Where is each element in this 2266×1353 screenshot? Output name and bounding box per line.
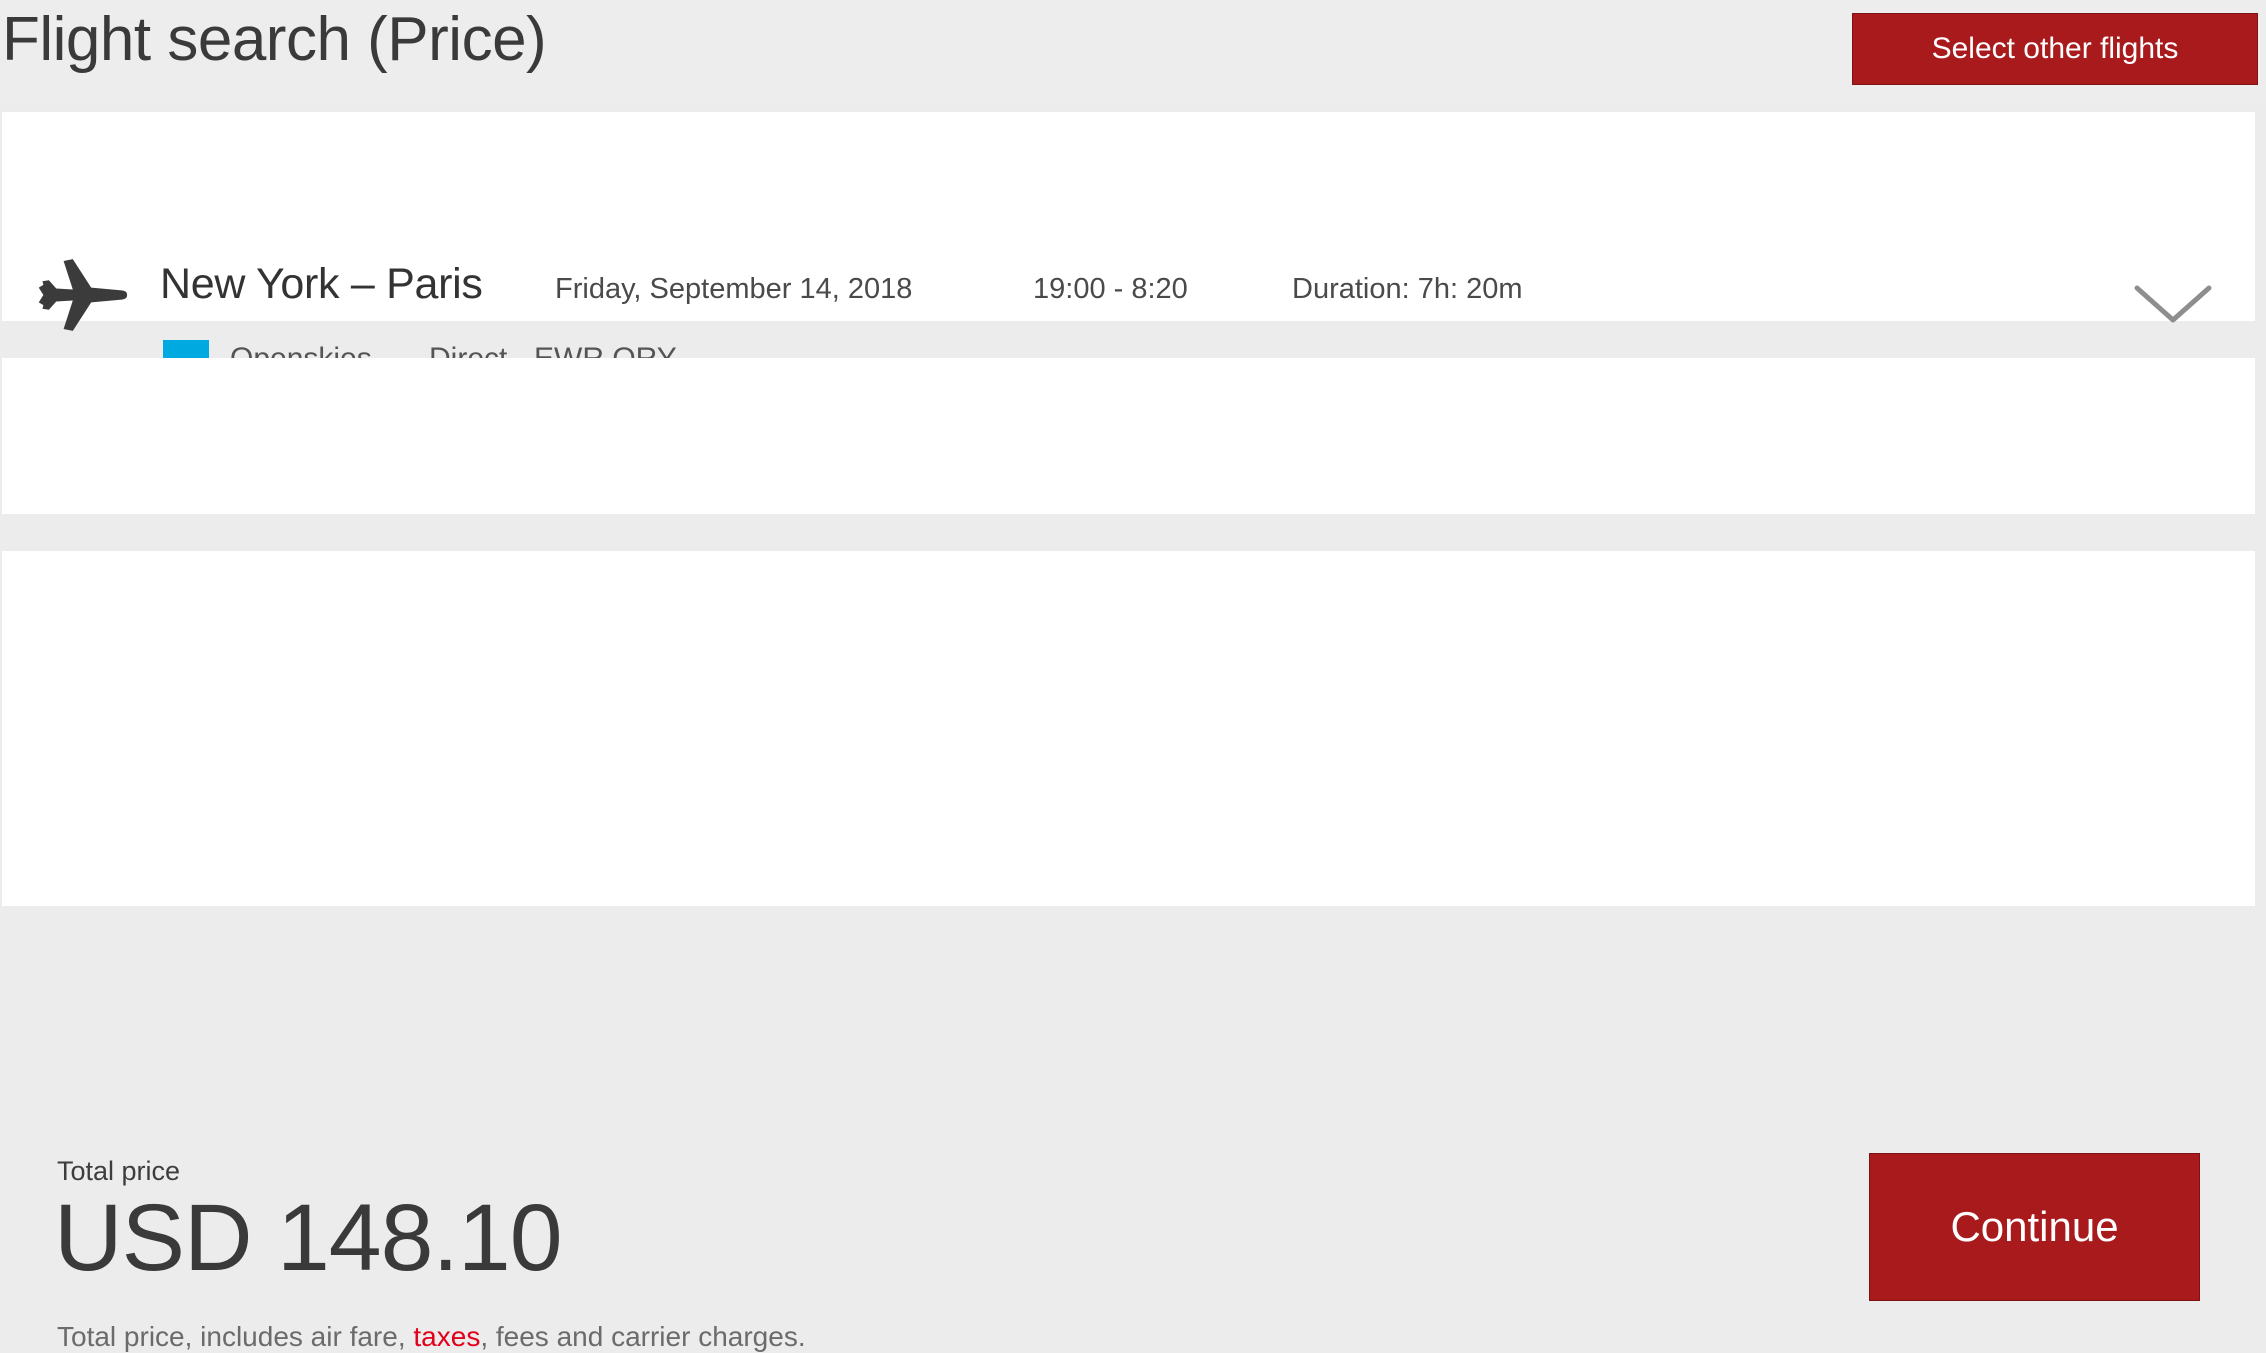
continue-button[interactable]: Continue	[1869, 1153, 2200, 1301]
total-price-amount: USD 148.10	[54, 1185, 563, 1291]
total-price-card: Total price USD 148.10 Total price, incl…	[2, 551, 2255, 1352]
flight-date: Friday, September 14, 2018	[555, 273, 913, 305]
airplane-icon	[36, 254, 128, 336]
price-disclaimer-text-after: , fees and carrier charges.	[480, 1321, 806, 1352]
flight-times: 19:00 - 8:20	[1033, 273, 1188, 305]
page-title: Flight search (Price)	[2, 5, 547, 74]
expand-flight-chevron-down-icon[interactable]	[2131, 282, 2215, 326]
flight-search-price-page: Flight search (Price) Select other fligh…	[0, 0, 2266, 1352]
passengers-card: Passengers Adult 1 Child 0	[2, 358, 2255, 832]
flight-summary-card: New York – Paris Friday, September 14, 2…	[2, 112, 2255, 394]
price-disclaimer-text-before: Total price, includes air fare,	[57, 1321, 414, 1352]
taxes-link[interactable]: taxes	[413, 1321, 480, 1352]
flight-route: New York – Paris	[160, 260, 483, 308]
flight-duration: Duration: 7h: 20m	[1292, 273, 1523, 305]
select-other-flights-button[interactable]: Select other flights	[1852, 13, 2258, 85]
price-disclaimer: Total price, includes air fare, taxes, f…	[57, 1321, 806, 1353]
page-header: Flight search (Price) Select other fligh…	[0, 0, 2266, 105]
